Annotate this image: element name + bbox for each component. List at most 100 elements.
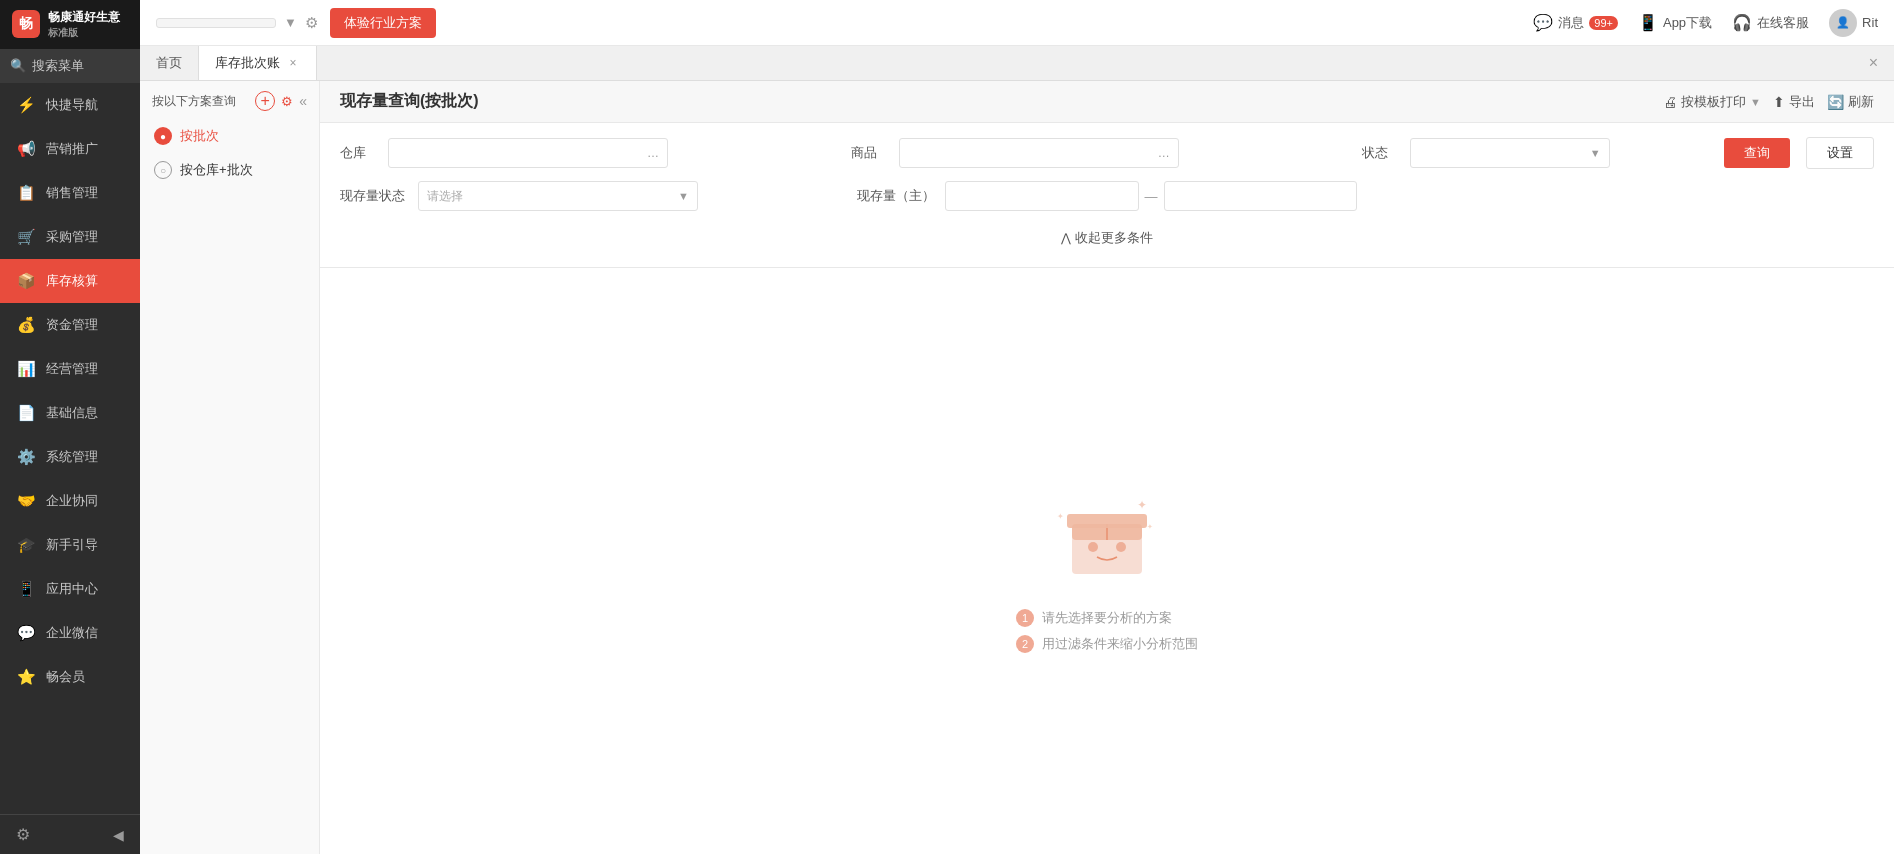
tab-batch[interactable]: 库存批次账 × [199,46,317,80]
topbar-settings-icon[interactable]: ⚙ [305,14,318,32]
empty-hints: 1 请先选择要分析的方案 2 用过滤条件来缩小分析范围 [1016,609,1198,653]
brand-text: 畅康通好生意 标准版 [48,10,120,39]
apps-icon: 📱 [16,579,36,599]
topbar-left: ▼ ⚙ 体验行业方案 [156,8,436,38]
warehouse-input[interactable]: … [388,138,668,168]
sidebar-item-inventory[interactable]: 📦 库存核算 [0,259,140,303]
main-area: 现存量查询(按批次) 🖨 按模板打印 ▼ ⬆ 导出 🔄 刷新 [320,81,1894,854]
experience-btn[interactable]: 体验行业方案 [330,8,436,38]
sidebar-item-operations[interactable]: 📊 经营管理 [0,347,140,391]
export-btn[interactable]: ⬆ 导出 [1773,93,1815,111]
scheme-add-btn[interactable]: + [255,91,275,111]
scheme-collapse-btn[interactable]: « [299,93,307,109]
sidebar-item-enterprise[interactable]: 🤝 企业协同 [0,479,140,523]
headset-icon: 🎧 [1732,13,1752,32]
app-download-action[interactable]: 📱 App下载 [1638,13,1712,32]
user-profile[interactable]: 👤 Rit [1829,9,1878,37]
status-select[interactable]: ▼ [1410,138,1610,168]
empty-state: ✦ ✦ ✦ 1 请先选择要分析的方案 2 用过滤条件来缩小分析范围 [320,268,1894,854]
sales-icon: 📋 [16,183,36,203]
svg-text:✦: ✦ [1057,512,1064,521]
page-title: 现存量查询(按批次) [340,91,479,112]
product-input[interactable]: … [899,138,1179,168]
inventory-amount-range: — [945,181,1358,211]
svg-text:✦: ✦ [1137,498,1147,512]
online-service-action[interactable]: 🎧 在线客服 [1732,13,1809,32]
query-btn[interactable]: 查询 [1724,138,1790,168]
sidebar-item-basic[interactable]: 📄 基础信息 [0,391,140,435]
scheme-panel: 按以下方案查询 + ⚙ « ● 按批次 ○ 按仓库+批次 [140,81,320,854]
tab-home[interactable]: 首页 [140,46,199,80]
sidebar-item-wechat[interactable]: 💬 企业微信 [0,611,140,655]
topbar-search-area: ▼ ⚙ [156,14,318,32]
sidebar-item-purchase[interactable]: 🛒 采购管理 [0,215,140,259]
filter-inventory-status: 现存量状态 请选择 ▼ [340,181,841,211]
sidebar-item-sales[interactable]: 📋 销售管理 [0,171,140,215]
purchase-icon: 🛒 [16,227,36,247]
scheme-item-by-batch[interactable]: ● 按批次 [140,119,319,153]
filter-row-2: 现存量状态 请选择 ▼ 现存量（主） — [340,181,1874,211]
filter-area: 仓库 … 商品 … 状态 [320,123,1894,268]
filter-status: 状态 ▼ [1362,138,1708,168]
sidebar-collapse-icon[interactable]: ◀ [113,827,124,843]
topbar-search-box[interactable] [156,18,276,28]
scheme-dot-active: ● [154,127,172,145]
scheme-settings-btn[interactable]: ⚙ [281,94,293,109]
scheme-panel-actions: + ⚙ « [255,91,307,111]
system-icon: ⚙️ [16,447,36,467]
scheme-dot-inactive: ○ [154,161,172,179]
sidebar: 畅 畅康通好生意 标准版 🔍 搜索菜单 ⚡ 快捷导航 📢 营销推广 📋 销售管理… [0,0,140,854]
empty-illustration: ✦ ✦ ✦ [1047,469,1167,589]
print-btn[interactable]: 🖨 按模板打印 ▼ [1663,93,1761,111]
topbar-right: 💬 消息 99+ 📱 App下载 🎧 在线客服 👤 Rit [1533,9,1878,37]
avatar: 👤 [1829,9,1857,37]
svg-text:✦: ✦ [1147,523,1153,530]
sidebar-item-marketing[interactable]: 📢 营销推广 [0,127,140,171]
filter-warehouse: 仓库 … [340,138,835,168]
status-dropdown-icon: ▼ [1590,147,1601,159]
sidebar-item-member[interactable]: ⭐ 畅会员 [0,655,140,699]
messages-badge: 99+ [1589,16,1618,30]
collapse-more-btn[interactable]: ⋀ 收起更多条件 [340,223,1874,253]
filter-row-1: 仓库 … 商品 … 状态 [340,137,1874,169]
messages-action[interactable]: 💬 消息 99+ [1533,13,1618,32]
inventory-icon: 📦 [16,271,36,291]
sidebar-item-apps[interactable]: 📱 应用中心 [0,567,140,611]
tab-close-btn[interactable]: × [286,56,300,70]
search-menu[interactable]: 🔍 搜索菜单 [0,49,140,83]
page-header: 现存量查询(按批次) 🖨 按模板打印 ▼ ⬆ 导出 🔄 刷新 [320,81,1894,123]
settings-btn[interactable]: 设置 [1806,137,1874,169]
sidebar-item-system[interactable]: ⚙️ 系统管理 [0,435,140,479]
scheme-item-by-warehouse-batch[interactable]: ○ 按仓库+批次 [140,153,319,187]
refresh-btn[interactable]: 🔄 刷新 [1827,93,1874,111]
topbar: ▼ ⚙ 体验行业方案 💬 消息 99+ 📱 App下载 🎧 在线客服 👤 [140,0,1894,46]
sidebar-item-finance[interactable]: 💰 资金管理 [0,303,140,347]
product-more-icon: … [1158,146,1170,160]
filter-inventory-amount: 现存量（主） — [857,181,1358,211]
operations-icon: 📊 [16,359,36,379]
sidebar-item-quick-nav[interactable]: ⚡ 快捷导航 [0,83,140,127]
inventory-status-select[interactable]: 请选择 ▼ [418,181,698,211]
empty-hint-1: 1 请先选择要分析的方案 [1016,609,1198,627]
marketing-icon: 📢 [16,139,36,159]
filter-product: 商品 … [851,138,1346,168]
scheme-header-label: 按以下方案查询 [152,93,236,110]
warehouse-more-icon: … [647,146,659,160]
sidebar-item-newbie[interactable]: 🎓 新手引导 [0,523,140,567]
newbie-icon: 🎓 [16,535,36,555]
page-header-actions: 🖨 按模板打印 ▼ ⬆ 导出 🔄 刷新 [1663,93,1874,111]
print-dropdown-icon[interactable]: ▼ [1750,96,1761,108]
panel-close-btn[interactable]: × [1853,46,1894,80]
sidebar-nav: ⚡ 快捷导航 📢 营销推广 📋 销售管理 🛒 采购管理 📦 库存核算 💰 资金管… [0,83,140,814]
print-icon: 🖨 [1663,94,1677,110]
footer-settings-icon[interactable]: ⚙ [16,825,30,844]
scheme-panel-header: 按以下方案查询 + ⚙ « [140,91,319,119]
user-label: Rit [1862,15,1878,30]
inventory-amount-max[interactable] [1164,181,1358,211]
enterprise-icon: 🤝 [16,491,36,511]
app-logo: 畅 [12,10,40,38]
inventory-amount-min[interactable] [945,181,1139,211]
topbar-dropdown-icon[interactable]: ▼ [284,15,297,30]
svg-rect-3 [1067,514,1147,528]
svg-point-5 [1116,542,1126,552]
